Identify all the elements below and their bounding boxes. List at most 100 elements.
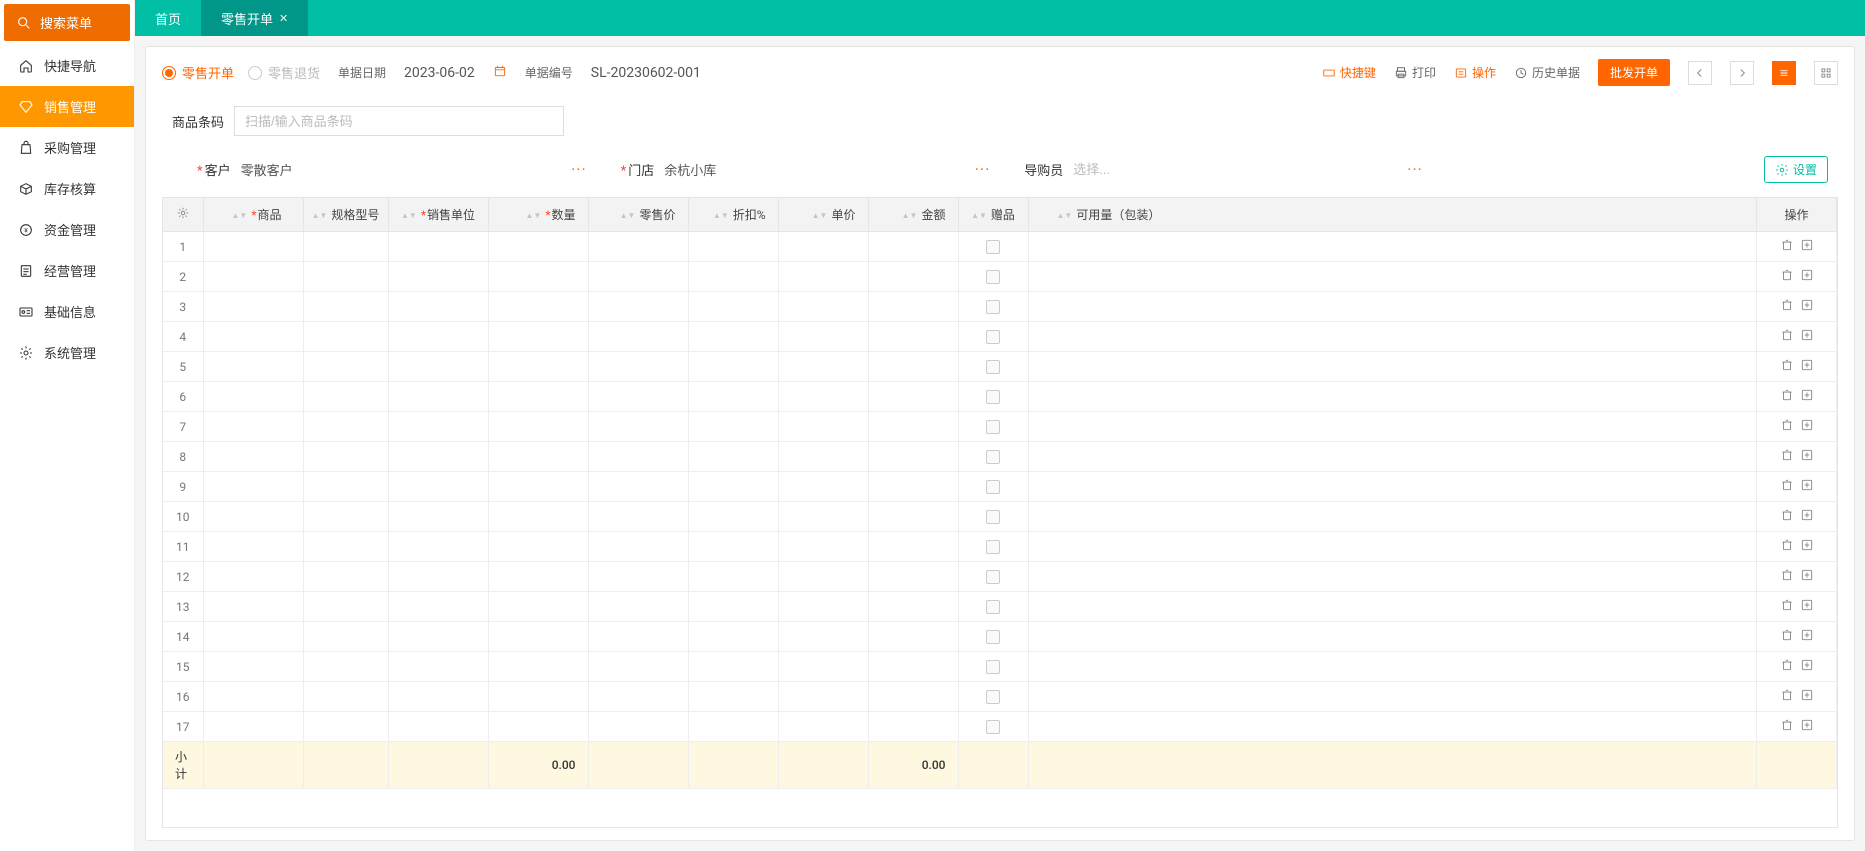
gift-checkbox-cell[interactable]: [958, 502, 1028, 532]
prev-button[interactable]: [1688, 61, 1712, 85]
table-row[interactable]: 13: [163, 592, 1837, 622]
th-retail-price[interactable]: ▲▼零售价: [588, 198, 688, 232]
th-settings[interactable]: [163, 198, 203, 232]
table-row[interactable]: 17: [163, 712, 1837, 742]
th-qty[interactable]: ▲▼*数量: [488, 198, 588, 232]
table-row[interactable]: 15: [163, 652, 1837, 682]
delete-row-button[interactable]: [1777, 418, 1797, 435]
history-button[interactable]: 历史单据: [1514, 64, 1580, 81]
gift-checkbox-cell[interactable]: [958, 382, 1028, 412]
sidebar-item-card[interactable]: 基础信息: [0, 291, 134, 332]
table-row[interactable]: 6: [163, 382, 1837, 412]
search-menu-button[interactable]: 搜索菜单: [4, 4, 130, 41]
calendar-icon[interactable]: [493, 64, 507, 82]
th-product[interactable]: ▲▼*商品: [203, 198, 303, 232]
delete-row-button[interactable]: [1777, 358, 1797, 375]
gift-checkbox-cell[interactable]: [958, 562, 1028, 592]
delete-row-button[interactable]: [1777, 538, 1797, 555]
sidebar-item-gear[interactable]: 系统管理: [0, 332, 134, 373]
batch-open-button[interactable]: 批发开单: [1598, 59, 1670, 86]
th-unit-price[interactable]: ▲▼单价: [778, 198, 868, 232]
store-value[interactable]: 余杭小库: [664, 160, 716, 179]
add-row-button[interactable]: [1797, 418, 1817, 435]
add-row-button[interactable]: [1797, 328, 1817, 345]
gift-checkbox-cell[interactable]: [958, 592, 1028, 622]
sidebar-item-diamond[interactable]: 销售管理: [0, 86, 134, 127]
delete-row-button[interactable]: [1777, 448, 1797, 465]
gift-checkbox-cell[interactable]: [958, 292, 1028, 322]
gift-checkbox-cell[interactable]: [958, 232, 1028, 262]
add-row-button[interactable]: [1797, 538, 1817, 555]
sidebar-item-box[interactable]: 库存核算: [0, 168, 134, 209]
delete-row-button[interactable]: [1777, 268, 1797, 285]
delete-row-button[interactable]: [1777, 508, 1797, 525]
th-spec[interactable]: ▲▼规格型号: [303, 198, 388, 232]
th-amount[interactable]: ▲▼金额: [868, 198, 958, 232]
sidebar-item-bag[interactable]: 采购管理: [0, 127, 134, 168]
table-row[interactable]: 7: [163, 412, 1837, 442]
guide-picker-button[interactable]: ···: [1403, 160, 1427, 179]
th-available[interactable]: ▲▼可用量（包装）: [1028, 198, 1757, 232]
print-button[interactable]: 打印: [1394, 64, 1436, 81]
th-discount[interactable]: ▲▼折扣%: [688, 198, 778, 232]
radio-retail-return[interactable]: 零售退货: [248, 63, 320, 82]
guide-input[interactable]: [1073, 157, 1403, 183]
add-row-button[interactable]: [1797, 478, 1817, 495]
operate-button[interactable]: 操作: [1454, 64, 1496, 81]
close-icon[interactable]: ✕: [279, 12, 288, 25]
delete-row-button[interactable]: [1777, 628, 1797, 645]
table-row[interactable]: 1: [163, 232, 1837, 262]
table-row[interactable]: 10: [163, 502, 1837, 532]
gift-checkbox-cell[interactable]: [958, 442, 1028, 472]
delete-row-button[interactable]: [1777, 298, 1797, 315]
add-row-button[interactable]: [1797, 508, 1817, 525]
table-row[interactable]: 4: [163, 322, 1837, 352]
add-row-button[interactable]: [1797, 568, 1817, 585]
add-row-button[interactable]: [1797, 658, 1817, 675]
customer-picker-button[interactable]: ···: [567, 160, 591, 179]
sidebar-item-list[interactable]: 经营管理: [0, 250, 134, 291]
settings-button[interactable]: 设置: [1764, 156, 1828, 183]
next-button[interactable]: [1730, 61, 1754, 85]
gift-checkbox-cell[interactable]: [958, 412, 1028, 442]
delete-row-button[interactable]: [1777, 658, 1797, 675]
add-row-button[interactable]: [1797, 718, 1817, 735]
sidebar-item-home[interactable]: 快捷导航: [0, 45, 134, 86]
th-sale-unit[interactable]: ▲▼*销售单位: [388, 198, 488, 232]
grid-view-button[interactable]: [1814, 61, 1838, 85]
barcode-input[interactable]: [234, 106, 564, 136]
gift-checkbox-cell[interactable]: [958, 682, 1028, 712]
table-row[interactable]: 12: [163, 562, 1837, 592]
table-row[interactable]: 9: [163, 472, 1837, 502]
sidebar-item-coin[interactable]: ¥资金管理: [0, 209, 134, 250]
delete-row-button[interactable]: [1777, 598, 1797, 615]
delete-row-button[interactable]: [1777, 238, 1797, 255]
doc-date-value[interactable]: 2023-06-02: [404, 65, 475, 81]
table-row[interactable]: 11: [163, 532, 1837, 562]
gift-checkbox-cell[interactable]: [958, 352, 1028, 382]
store-picker-button[interactable]: ···: [971, 160, 995, 179]
delete-row-button[interactable]: [1777, 478, 1797, 495]
add-row-button[interactable]: [1797, 298, 1817, 315]
table-row[interactable]: 5: [163, 352, 1837, 382]
table-row[interactable]: 2: [163, 262, 1837, 292]
gift-checkbox-cell[interactable]: [958, 712, 1028, 742]
add-row-button[interactable]: [1797, 598, 1817, 615]
customer-value[interactable]: 零散客户: [241, 160, 293, 179]
delete-row-button[interactable]: [1777, 568, 1797, 585]
gift-checkbox-cell[interactable]: [958, 472, 1028, 502]
delete-row-button[interactable]: [1777, 718, 1797, 735]
shortcut-button[interactable]: 快捷键: [1322, 64, 1376, 81]
delete-row-button[interactable]: [1777, 388, 1797, 405]
add-row-button[interactable]: [1797, 448, 1817, 465]
gift-checkbox-cell[interactable]: [958, 322, 1028, 352]
tab[interactable]: 首页: [135, 0, 201, 36]
delete-row-button[interactable]: [1777, 688, 1797, 705]
gift-checkbox-cell[interactable]: [958, 652, 1028, 682]
add-row-button[interactable]: [1797, 628, 1817, 645]
add-row-button[interactable]: [1797, 388, 1817, 405]
table-row[interactable]: 3: [163, 292, 1837, 322]
add-row-button[interactable]: [1797, 358, 1817, 375]
radio-retail-open[interactable]: 零售开单: [162, 63, 234, 82]
th-gift[interactable]: ▲▼赠品: [958, 198, 1028, 232]
